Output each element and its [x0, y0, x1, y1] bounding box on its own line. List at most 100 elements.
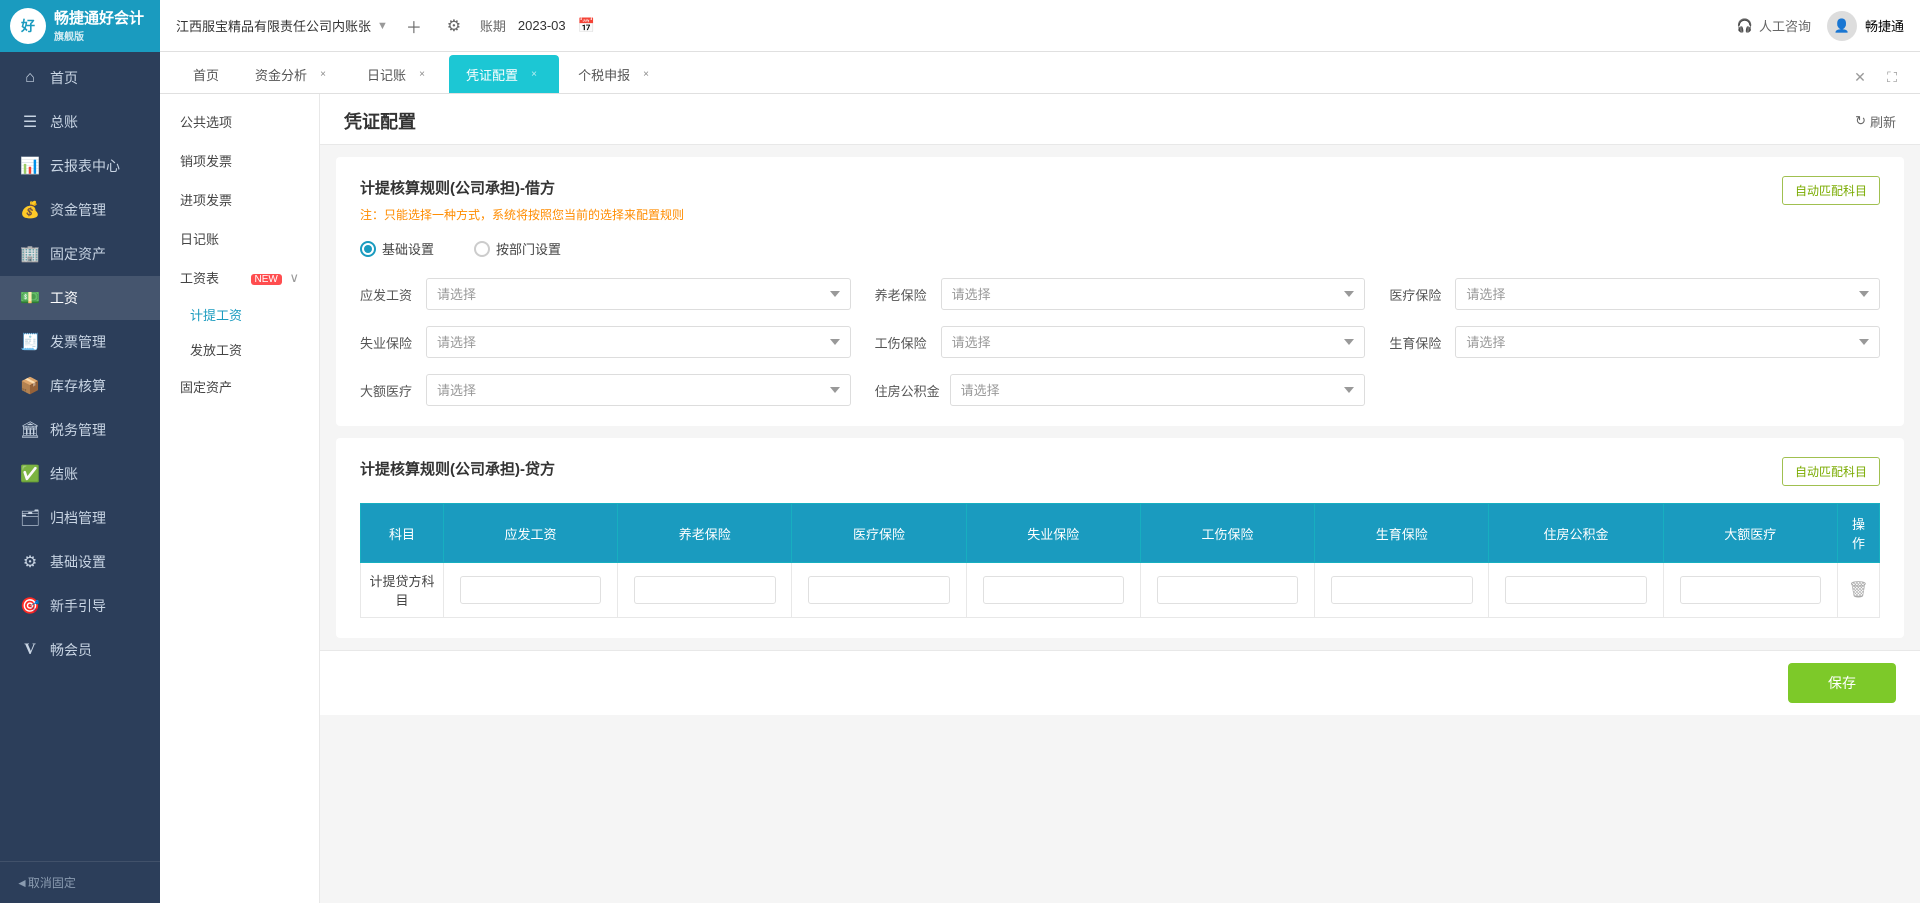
checkout-icon: ✅ [20, 464, 40, 484]
refresh-btn[interactable]: ↻ 刷新 [1855, 112, 1896, 131]
td-yanglao[interactable] [618, 563, 792, 618]
select-dae[interactable]: 请选择 [426, 374, 851, 406]
tab-fund-label: 资金分析 [255, 65, 307, 84]
tab-journal[interactable]: 日记账 × [350, 55, 447, 93]
basic-icon: ⚙ [20, 552, 40, 572]
left-nav-sales-invoice[interactable]: 销项发票 [160, 141, 319, 180]
tab-voucher[interactable]: 凭证配置 × [449, 55, 559, 93]
section1-auto-match-btn[interactable]: 自动匹配科目 [1782, 176, 1880, 205]
tab-fund-close[interactable]: × [315, 67, 331, 83]
th-yingfa: 应发工资 [443, 504, 617, 563]
tab-tax-close[interactable]: × [638, 67, 654, 83]
td-shiye[interactable] [966, 563, 1140, 618]
settings-btn[interactable]: ⚙ [440, 12, 468, 40]
user-info[interactable]: 👤 畅捷通 [1827, 11, 1904, 41]
left-nav-fixed-asset[interactable]: 固定资产 [160, 367, 319, 406]
headset-icon: 🎧 [1737, 18, 1753, 34]
add-company-btn[interactable]: ＋ [400, 12, 428, 40]
select-yiliao[interactable]: 请选择 [1455, 278, 1880, 310]
tab-tax[interactable]: 个税申报 × [561, 55, 671, 93]
input-gongshang[interactable] [1157, 576, 1299, 604]
select-zhufang[interactable]: 请选择 [950, 374, 1366, 406]
cancel-fixed-btn[interactable]: ◄取消固定 [0, 861, 160, 903]
save-button[interactable]: 保存 [1788, 663, 1896, 703]
select-gongshang[interactable]: 请选择 [941, 326, 1366, 358]
sidebar-item-label: 税务管理 [50, 420, 106, 440]
tab-bar: 首页 资金分析 × 日记账 × 凭证配置 × 个税申报 × ✕ ⛶ [160, 52, 1920, 94]
sidebar-item-tax[interactable]: 🏛 税务管理 [0, 408, 160, 452]
select-shiye[interactable]: 请选择 [426, 326, 851, 358]
td-gongshang[interactable] [1140, 563, 1314, 618]
select-yingfa[interactable]: 请选择 [426, 278, 851, 310]
radio-basic[interactable]: 基础设置 [360, 239, 434, 258]
input-yanglao[interactable] [634, 576, 776, 604]
tab-journal-close[interactable]: × [414, 67, 430, 83]
sidebar-item-checkout[interactable]: ✅ 结账 [0, 452, 160, 496]
input-shengyu[interactable] [1331, 576, 1473, 604]
fund-icon: 💰 [20, 200, 40, 220]
left-nav-journal[interactable]: 日记账 [160, 219, 319, 258]
td-op[interactable]: 🗑 [1837, 563, 1879, 618]
form-label-yiliao: 医疗保险 [1389, 285, 1445, 304]
td-yingfa[interactable] [443, 563, 617, 618]
section1-title: 计提核算规则(公司承担)-借方 [360, 177, 1880, 198]
cancel-fixed-label: ◄取消固定 [16, 874, 76, 891]
sidebar-item-fund[interactable]: 💰 资金管理 [0, 188, 160, 232]
section2-auto-match-btn[interactable]: 自动匹配科目 [1782, 457, 1880, 486]
td-dae[interactable] [1663, 563, 1837, 618]
input-yingfa[interactable] [460, 576, 602, 604]
maximize-icon[interactable]: ⛶ [1880, 65, 1904, 89]
user-avatar: 👤 [1827, 11, 1857, 41]
left-nav-pay-salary[interactable]: 发放工资 [160, 332, 319, 367]
input-zhufang[interactable] [1505, 576, 1647, 604]
input-shiye[interactable] [983, 576, 1125, 604]
left-nav-purchase-invoice[interactable]: 进项发票 [160, 180, 319, 219]
sidebar-item-basic[interactable]: ⚙ 基础设置 [0, 540, 160, 584]
sidebar-item-vip[interactable]: V 畅会员 [0, 628, 160, 672]
service-btn[interactable]: 🎧 人工咨询 [1737, 16, 1811, 35]
tab-voucher-close[interactable]: × [526, 67, 542, 83]
tab-fund[interactable]: 资金分析 × [238, 55, 348, 93]
tab-bar-right: ✕ ⛶ [1848, 65, 1904, 93]
company-selector[interactable]: 江西服宝精品有限责任公司内账张 ▼ [176, 16, 388, 35]
archive-icon: 🗂 [20, 508, 40, 528]
sidebar-item-invoice[interactable]: 🧾 发票管理 [0, 320, 160, 364]
form-item-shengyu: 生育保险 请选择 [1389, 326, 1880, 358]
left-nav-calc-salary[interactable]: 计提工资 [160, 297, 319, 332]
sidebar-item-salary[interactable]: 💵 工资 [0, 276, 160, 320]
sidebar-item-home[interactable]: ⌂ 首页 [0, 56, 160, 100]
sidebar-item-ledger[interactable]: ☰ 总账 [0, 100, 160, 144]
left-nav-purchase-label: 进项发票 [180, 190, 232, 209]
input-yiliao[interactable] [808, 576, 950, 604]
sidebar-item-archive[interactable]: 🗂 归档管理 [0, 496, 160, 540]
td-subject-label: 计提贷方科目 [361, 563, 444, 618]
logo-text: 畅捷通好会计 [54, 10, 144, 28]
form-label-shiye: 失业保险 [360, 333, 416, 352]
left-nav-salary-table[interactable]: 工资表 NEW ∨ [160, 258, 319, 297]
select-yanglao[interactable]: 请选择 [941, 278, 1366, 310]
radio-dept[interactable]: 按部门设置 [474, 239, 561, 258]
sidebar-item-guide[interactable]: 🎯 新手引导 [0, 584, 160, 628]
sidebar-item-asset[interactable]: 🏢 固定资产 [0, 232, 160, 276]
sidebar-item-report[interactable]: 📊 云报表中心 [0, 144, 160, 188]
delete-row-icon[interactable]: 🗑 [1848, 582, 1868, 599]
left-nav-sales-label: 销项发票 [180, 151, 232, 170]
tab-home[interactable]: 首页 [176, 55, 236, 93]
calendar-icon[interactable]: 📅 [578, 17, 595, 34]
th-shengyu: 生育保险 [1315, 504, 1489, 563]
td-yiliao[interactable] [792, 563, 966, 618]
input-dae[interactable] [1680, 576, 1822, 604]
left-nav-public[interactable]: 公共选项 [160, 102, 319, 141]
left-nav-public-label: 公共选项 [180, 112, 232, 131]
sidebar-item-inventory[interactable]: 📦 库存核算 [0, 364, 160, 408]
td-shengyu[interactable] [1315, 563, 1489, 618]
td-zhufang[interactable] [1489, 563, 1663, 618]
close-window-icon[interactable]: ✕ [1848, 65, 1872, 89]
sidebar-item-label: 资金管理 [50, 200, 106, 220]
radio-dept-circle [474, 241, 490, 257]
form-label-shengyu: 生育保险 [1389, 333, 1445, 352]
left-nav-journal-label: 日记账 [180, 229, 219, 248]
select-shengyu[interactable]: 请选择 [1455, 326, 1880, 358]
th-yanglao: 养老保险 [618, 504, 792, 563]
invoice-icon: 🧾 [20, 332, 40, 352]
